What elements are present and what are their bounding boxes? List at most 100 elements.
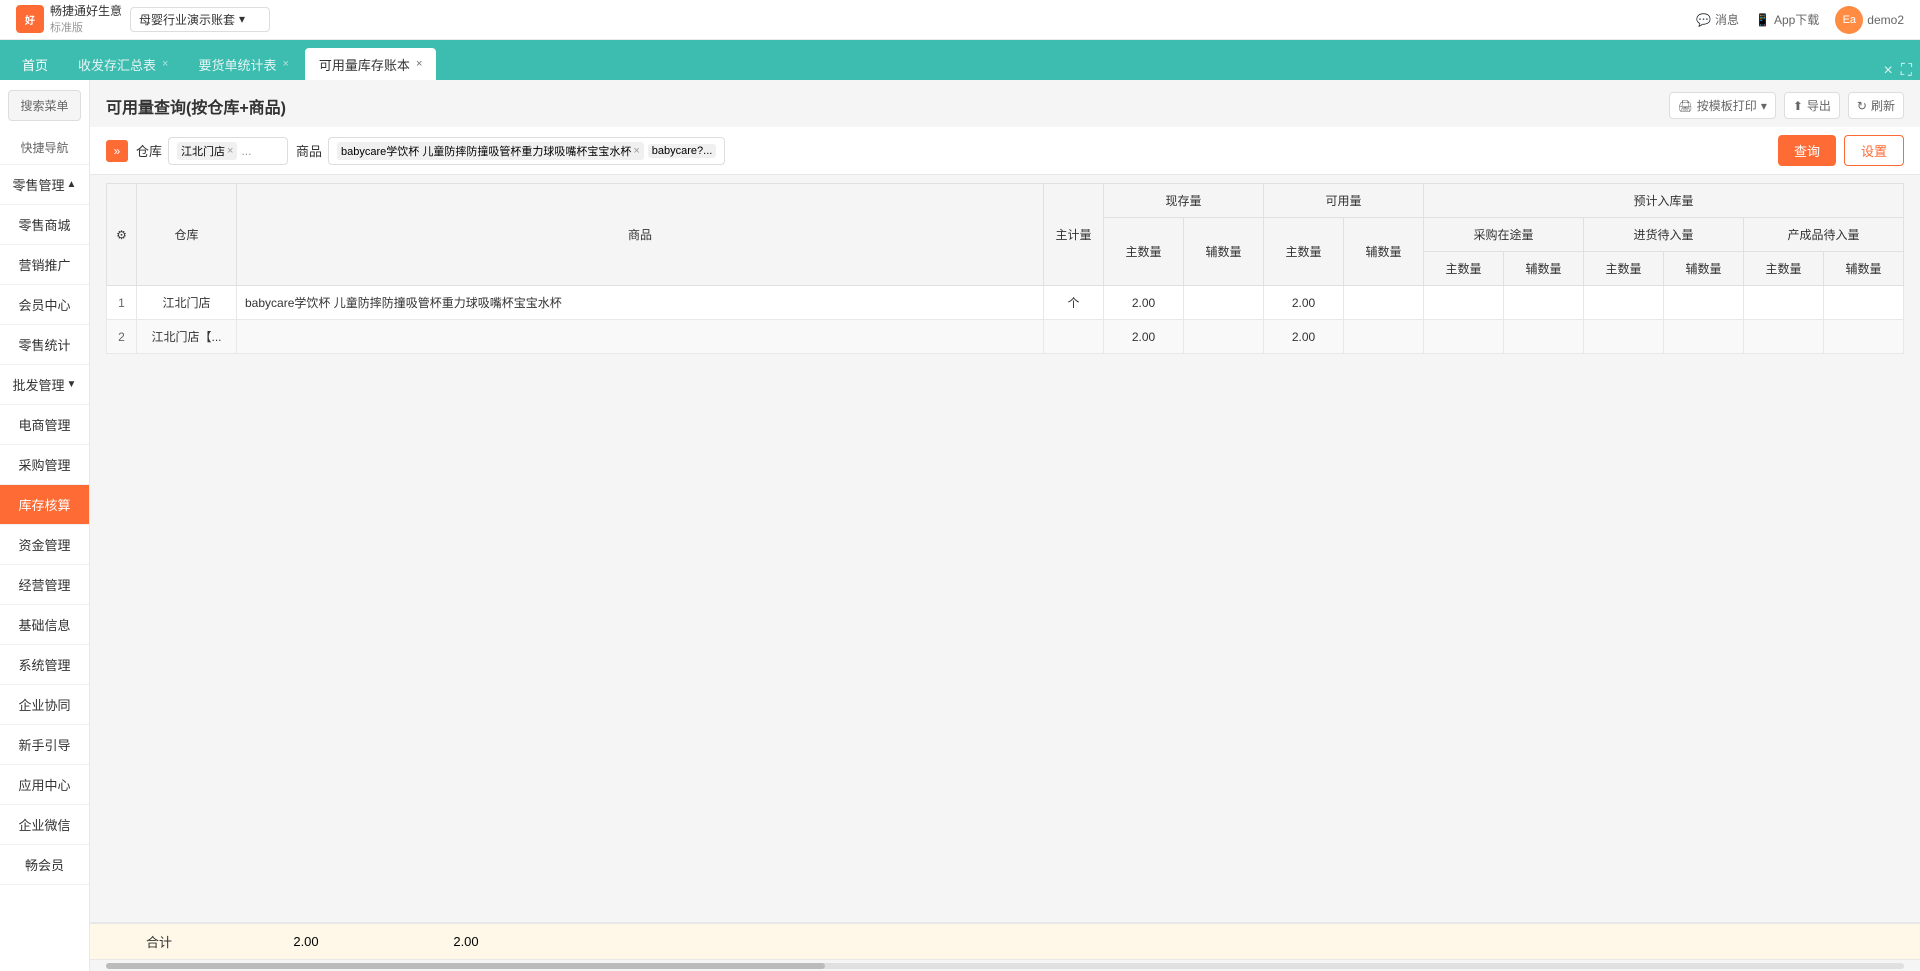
th-avail-aux: 辅数量 — [1344, 218, 1424, 286]
product-tag-1-value: babycare学饮杯 儿童防摔防撞吸管杯重力球吸嘴杯宝宝水杯 — [341, 143, 631, 159]
filter-buttons: 查询 设置 — [1778, 135, 1904, 166]
row-1-pt-main — [1424, 286, 1504, 320]
th-settings[interactable]: ⚙ — [107, 184, 137, 286]
th-pt-main: 主数量 — [1424, 252, 1504, 286]
sidebar-item-member[interactable]: 会员中心 — [0, 285, 89, 325]
product-input[interactable]: babycare学饮杯 儿童防摔防撞吸管杯重力球吸嘴杯宝宝水杯 × babyca… — [328, 137, 725, 165]
sidebar-item-system[interactable]: 系统管理 — [0, 645, 89, 685]
warehouse-input[interactable]: 江北门店 × ... — [168, 137, 288, 165]
sidebar-label-inventory: 库存核算 — [18, 495, 70, 514]
th-production-pending: 产成品待入量 — [1744, 218, 1904, 252]
sidebar-item-operations[interactable]: 经营管理 — [0, 565, 89, 605]
sidebar-label-wechat: 企业微信 — [18, 815, 70, 834]
warehouse-filter: 仓库 江北门店 × ... — [136, 137, 288, 165]
logo-area: 好 畅捷通好生意 标准版 — [16, 4, 122, 34]
app-download-label: App下载 — [1774, 11, 1819, 28]
sidebar-label-enterprise: 企业协同 — [18, 695, 70, 714]
tab-available[interactable]: 可用量库存账本 × — [305, 48, 436, 80]
warehouse-more[interactable]: ... — [241, 144, 251, 158]
row-1-prod-main — [1744, 286, 1824, 320]
sidebar-item-finance[interactable]: 资金管理 — [0, 525, 89, 565]
sidebar-label-appstore: 应用中心 — [18, 775, 70, 794]
sidebar-item-inventory[interactable]: 库存核算 — [0, 485, 89, 525]
expand-filter-btn[interactable]: » — [106, 140, 128, 162]
logo-icon: 好 — [16, 5, 44, 33]
th-purchase-pending: 进货待入量 — [1584, 218, 1744, 252]
sidebar-item-ecommerce[interactable]: 电商管理 — [0, 405, 89, 445]
th-prod-aux: 辅数量 — [1824, 252, 1904, 286]
th-purchase-transit: 采购在途量 — [1424, 218, 1584, 252]
sidebar-label-marketing: 营销推广 — [18, 255, 70, 274]
tab-home[interactable]: 首页 — [8, 48, 62, 80]
sidebar-label-retail-stat: 零售统计 — [18, 335, 70, 354]
sidebar-item-newbie[interactable]: 新手引导 — [0, 725, 89, 765]
sidebar: 搜索菜单 快捷导航 零售管理 ▲ 零售商城 营销推广 会员中心 零售统计 批发管… — [0, 80, 90, 971]
user-name: demo2 — [1867, 13, 1904, 27]
sidebar-item-appstore[interactable]: 应用中心 — [0, 765, 89, 805]
row-2-stock-aux — [1184, 320, 1264, 354]
sidebar-item-member2[interactable]: 畅会员 — [0, 845, 89, 885]
print-btn[interactable]: 🖨 按模板打印 ▾ — [1669, 92, 1776, 119]
top-bar-left: 好 畅捷通好生意 标准版 母婴行业演示账套 ▾ — [16, 4, 270, 34]
tab-order[interactable]: 要货单统计表 × — [184, 48, 302, 80]
product-tag-2-value: babycare?... — [652, 145, 713, 157]
sidebar-item-enterprise[interactable]: 企业协同 — [0, 685, 89, 725]
product-tag-1-close[interactable]: × — [633, 145, 639, 157]
row-1-product: babycare学饮杯 儿童防摔防撞吸管杯重力球吸嘴杯宝宝水杯 — [237, 286, 1044, 320]
row-2-product — [237, 320, 1044, 354]
refresh-btn[interactable]: ↻ 刷新 — [1848, 92, 1904, 119]
printer-icon: 🖨 — [1678, 99, 1693, 113]
row-2-avail-main: 2.00 — [1264, 320, 1344, 354]
row-1-avail-main: 2.00 — [1264, 286, 1344, 320]
warehouse-tag-close[interactable]: × — [227, 145, 233, 157]
table-row: 1 江北门店 babycare学饮杯 儿童防摔防撞吸管杯重力球吸嘴杯宝宝水杯 个… — [107, 286, 1904, 320]
quick-nav-btn[interactable]: 快捷导航 — [0, 131, 89, 165]
message-label: 消息 — [1715, 11, 1739, 28]
export-btn[interactable]: ⬆ 导出 — [1784, 92, 1840, 119]
message-btn[interactable]: 💬 消息 — [1696, 11, 1739, 28]
sidebar-label-member2: 畅会员 — [25, 855, 64, 874]
expand-btn[interactable]: ⛶ — [1901, 62, 1912, 80]
print-label: 按模板打印 — [1697, 97, 1757, 114]
close-all-btn[interactable]: × — [1883, 62, 1892, 80]
refresh-label: 刷新 — [1871, 97, 1895, 114]
scrollbar-track[interactable] — [106, 963, 1904, 969]
query-btn[interactable]: 查询 — [1778, 135, 1836, 166]
th-current-stock: 现存量 — [1104, 184, 1264, 218]
sidebar-item-purchase[interactable]: 采购管理 — [0, 445, 89, 485]
home-tab-label: 首页 — [22, 55, 48, 74]
row-1-stock-aux — [1184, 286, 1264, 320]
sidebar-item-retail-stat[interactable]: 零售统计 — [0, 325, 89, 365]
row-2-pt-main — [1424, 320, 1504, 354]
sidebar-item-retail-mall[interactable]: 零售商城 — [0, 205, 89, 245]
user-area[interactable]: Ea demo2 — [1835, 6, 1904, 34]
scrollbar-area[interactable] — [90, 959, 1920, 971]
refresh-icon: ↻ — [1857, 99, 1867, 113]
company-select[interactable]: 母婴行业演示账套 ▾ — [130, 7, 270, 32]
print-dropdown-icon: ▾ — [1761, 99, 1767, 113]
available-tab-close[interactable]: × — [416, 58, 422, 70]
search-menu-btn[interactable]: 搜索菜单 — [8, 90, 81, 121]
download-icon: 📱 — [1755, 13, 1770, 27]
nav-extra: × ⛶ — [1883, 62, 1912, 80]
sidebar-item-marketing[interactable]: 营销推广 — [0, 245, 89, 285]
row-1-stock-main: 2.00 — [1104, 286, 1184, 320]
th-available: 可用量 — [1264, 184, 1424, 218]
tab-receipt[interactable]: 收发存汇总表 × — [64, 48, 182, 80]
sidebar-item-wholesale[interactable]: 批发管理 ▼ — [0, 365, 89, 405]
sidebar-item-wechat[interactable]: 企业微信 — [0, 805, 89, 845]
sidebar-item-basic[interactable]: 基础信息 — [0, 605, 89, 645]
sidebar-item-retail-mgmt[interactable]: 零售管理 ▲ — [0, 165, 89, 205]
row-2-stock-main: 2.00 — [1104, 320, 1184, 354]
app-download-btn[interactable]: 📱 App下载 — [1755, 11, 1819, 28]
th-stock-aux: 辅数量 — [1184, 218, 1264, 286]
footer-stock-main: 2.00 — [266, 934, 346, 949]
th-main-unit: 主计量 — [1044, 184, 1104, 286]
order-tab-close[interactable]: × — [282, 58, 288, 70]
th-avail-main: 主数量 — [1264, 218, 1344, 286]
scrollbar-thumb[interactable] — [106, 963, 825, 969]
th-pp-aux: 辅数量 — [1664, 252, 1744, 286]
settings-btn[interactable]: 设置 — [1844, 135, 1904, 166]
sidebar-label-retail-mall: 零售商城 — [18, 215, 70, 234]
receipt-tab-close[interactable]: × — [162, 58, 168, 70]
